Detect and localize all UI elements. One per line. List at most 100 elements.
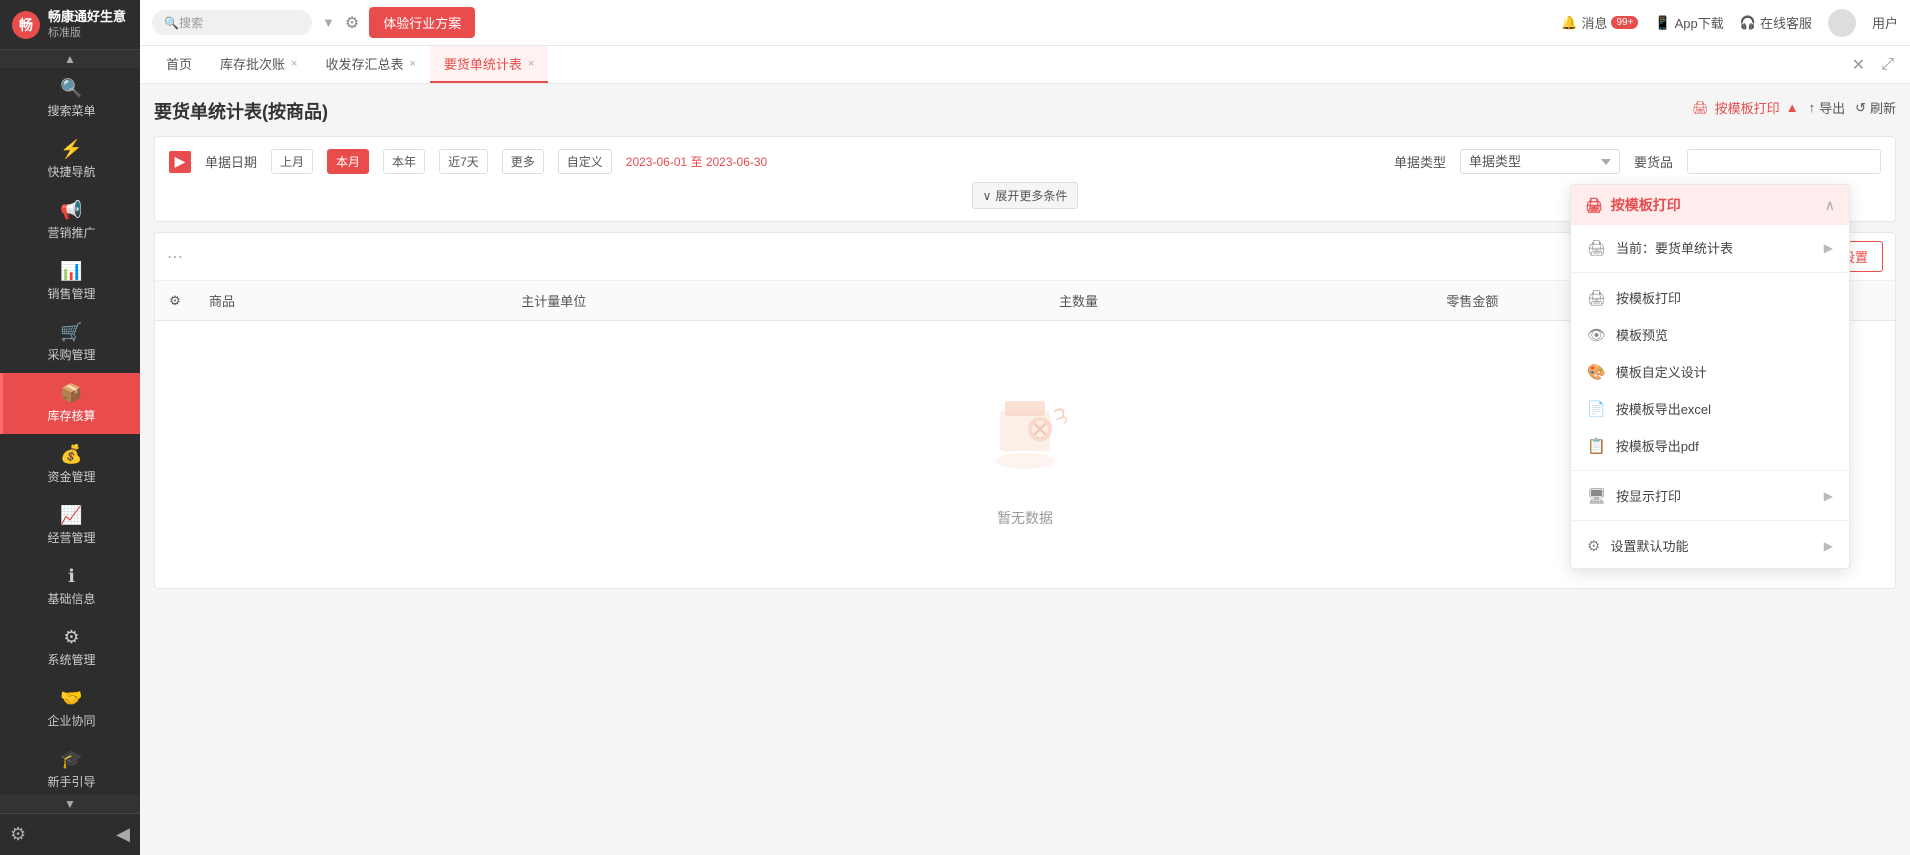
export-icon: ↑ [1809, 100, 1816, 115]
online-service-area[interactable]: 🎧 在线客服 [1740, 13, 1812, 32]
dropdown-item-template-print[interactable]: 🖨 按模板打印 [1571, 279, 1849, 316]
dropdown-item-set-default-label: 设置默认功能 [1610, 536, 1688, 555]
sidebar-item-sales[interactable]: 📊 销售管理 [0, 251, 140, 312]
gear-icon: ⚙ [63, 627, 79, 648]
topbar-search[interactable]: 🔍 搜索 [152, 10, 312, 35]
dropdown-items-section: 🖨 按模板打印 👁 模板预览 🎨 模板自定义设计 📄 按模板导出excel 📋 [1571, 275, 1849, 468]
money-icon: 💰 [60, 444, 82, 465]
topbar-dropdown-icon[interactable]: ▼ [322, 15, 335, 30]
main-content: 🔍 搜索 ▼ ⚙ 体验行业方案 🔔 消息 99+ 📱 App下载 🎧 在线客服 … [140, 0, 1910, 855]
industry-solution-button[interactable]: 体验行业方案 [369, 7, 475, 38]
dropdown-divider-2 [1571, 470, 1849, 471]
dropdown-close-icon[interactable]: ∧ [1825, 197, 1835, 214]
messages-badge: 99+ [1611, 16, 1638, 29]
sidebar-item-enterprise[interactable]: 🤝 企业协同 [0, 678, 140, 739]
sidebar-item-quick-nav[interactable]: ⚡ 快捷导航 [0, 129, 140, 190]
date-btn-this-year[interactable]: 本年 [383, 149, 425, 174]
sidebar-item-quick-nav-label: 快捷导航 [47, 163, 95, 180]
refresh-area[interactable]: ↺ 刷新 [1855, 98, 1896, 117]
tab-close-all-icon[interactable]: ✕ [1848, 53, 1869, 77]
goods-input[interactable] [1687, 149, 1881, 174]
dropdown-display-arrow: ▶ [1824, 489, 1833, 503]
dropdown-divider-1 [1571, 272, 1849, 273]
tab-requisition-stats[interactable]: 要货单统计表 × [430, 46, 548, 83]
sidebar-nav: 🔍 搜索菜单 ⚡ 快捷导航 📢 营销推广 📊 销售管理 🛒 采购管理 📦 库存核… [0, 68, 140, 795]
print-dropdown-arrow[interactable]: ▲ [1786, 100, 1799, 115]
dropdown-item-current[interactable]: 🖨 当前：要货单统计表 ▶ [1571, 229, 1849, 266]
date-btn-this-month[interactable]: 本月 [327, 149, 369, 174]
date-btn-7days[interactable]: 近7天 [439, 149, 488, 174]
topbar-settings-icon[interactable]: ⚙ [345, 13, 359, 33]
expand-more-label: 展开更多条件 [995, 187, 1067, 204]
sidebar-scroll-down[interactable]: ▼ [0, 795, 140, 813]
expand-more-icon: ∨ [983, 189, 992, 203]
sidebar-item-newcomer[interactable]: 🎓 新手引导 [0, 739, 140, 795]
filter-row: ▶ 单据日期 上月 本月 本年 近7天 更多 自定义 2023-06-01 至 … [169, 149, 1881, 174]
tab-expand-icon[interactable]: ⤢ [1877, 54, 1898, 76]
order-type-label: 单据类型 [1394, 152, 1446, 171]
tab-receipts-summary-close[interactable]: × [409, 58, 415, 70]
sidebar-item-inventory[interactable]: 📦 库存核算 [0, 373, 140, 434]
sidebar-item-system-label: 系统管理 [47, 651, 95, 668]
sidebar-item-search[interactable]: 🔍 搜索菜单 [0, 68, 140, 129]
date-filter-label: 单据日期 [205, 152, 257, 171]
empty-illustration [975, 381, 1075, 496]
refresh-label: 刷新 [1870, 98, 1896, 117]
print-icon: 🖨 [1587, 289, 1606, 307]
tab-receipts-summary[interactable]: 收发存汇总表 × [311, 46, 429, 83]
dropdown-item-template-preview[interactable]: 👁 模板预览 [1571, 316, 1849, 353]
template-icon: 🖨 [1587, 239, 1606, 257]
tab-batch-accounts[interactable]: 库存批次账 × [206, 46, 311, 83]
dropdown-item-set-default[interactable]: ⚙ 设置默认功能 ▶ [1571, 527, 1849, 564]
dropdown-item-template-print-label: 按模板打印 [1616, 288, 1681, 307]
order-type-select[interactable]: 单据类型 [1460, 149, 1620, 174]
sidebar-item-system[interactable]: ⚙ 系统管理 [0, 617, 140, 678]
search-icon: 🔍 [164, 16, 179, 30]
sidebar-item-basic-info[interactable]: ℹ 基础信息 [0, 556, 140, 617]
print-template-dropdown: 🖨 按模板打印 ∧ 🖨 当前：要货单统计表 ▶ 🖨 按模板打印 [1570, 184, 1850, 569]
dropdown-item-display-print[interactable]: 🖥 按显示打印 ▶ [1571, 477, 1849, 514]
megaphone-icon: 📢 [60, 200, 82, 221]
messages-label: 消息 [1581, 13, 1607, 32]
goods-label: 要货品 [1634, 152, 1673, 171]
app-download-area[interactable]: 📱 App下载 [1654, 13, 1723, 32]
dropdown-item-template-design[interactable]: 🎨 模板自定义设计 [1571, 353, 1849, 390]
page-actions: 🖨 按模板打印 ▲ ↑ 导出 ↺ 刷新 [1692, 98, 1896, 117]
table-more-icon[interactable]: ⋯ [167, 247, 183, 267]
col-settings[interactable]: ⚙ [155, 281, 195, 321]
box-icon: 📦 [60, 383, 82, 404]
sidebar-settings-icon[interactable]: ⚙ [10, 824, 26, 845]
export-label: 导出 [1819, 98, 1845, 117]
tab-requisition-stats-close[interactable]: × [528, 58, 534, 70]
sidebar-item-marketing[interactable]: 📢 营销推广 [0, 190, 140, 251]
messages-area[interactable]: 🔔 消息 99+ [1561, 13, 1638, 32]
sidebar-item-finance[interactable]: 💰 资金管理 [0, 434, 140, 495]
sidebar-item-operations[interactable]: 📈 经营管理 [0, 495, 140, 556]
date-btn-last-month[interactable]: 上月 [271, 149, 313, 174]
sidebar-item-purchase[interactable]: 🛒 采购管理 [0, 312, 140, 373]
filter-expand-button[interactable]: ▶ [169, 151, 191, 173]
tab-home[interactable]: 首页 [152, 46, 206, 83]
col-unit: 主计量单位 [507, 281, 1045, 321]
tab-batch-accounts-close[interactable]: × [291, 58, 297, 70]
dropdown-item-export-excel[interactable]: 📄 按模板导出excel [1571, 390, 1849, 427]
date-btn-custom[interactable]: 自定义 [558, 149, 612, 174]
date-range-display: 2023-06-01 至 2023-06-30 [626, 153, 767, 170]
info-icon: ℹ [68, 566, 75, 587]
logo-icon: 畅 [12, 11, 40, 39]
dropdown-current-label: 当前：要货单统计表 [1616, 238, 1733, 257]
print-template-area[interactable]: 🖨 按模板打印 ▲ [1692, 98, 1798, 117]
expand-more-button[interactable]: ∨ 展开更多条件 [972, 182, 1079, 209]
sidebar-scroll-up[interactable]: ▲ [0, 50, 140, 68]
dropdown-item-display-print-label: 按显示打印 [1616, 486, 1681, 505]
sidebar-collapse-icon[interactable]: ◀ [116, 824, 130, 845]
date-btn-more[interactable]: 更多 [502, 149, 544, 174]
dropdown-item-export-pdf[interactable]: 📋 按模板导出pdf [1571, 427, 1849, 464]
search-icon: 🔍 [60, 78, 82, 99]
user-avatar[interactable] [1828, 9, 1856, 37]
headset-icon: 🎧 [1740, 15, 1756, 31]
graduation-icon: 🎓 [60, 749, 82, 770]
export-area[interactable]: ↑ 导出 [1809, 98, 1846, 117]
dropdown-default-arrow: ▶ [1824, 539, 1833, 553]
default-settings-icon: ⚙ [1587, 537, 1600, 555]
